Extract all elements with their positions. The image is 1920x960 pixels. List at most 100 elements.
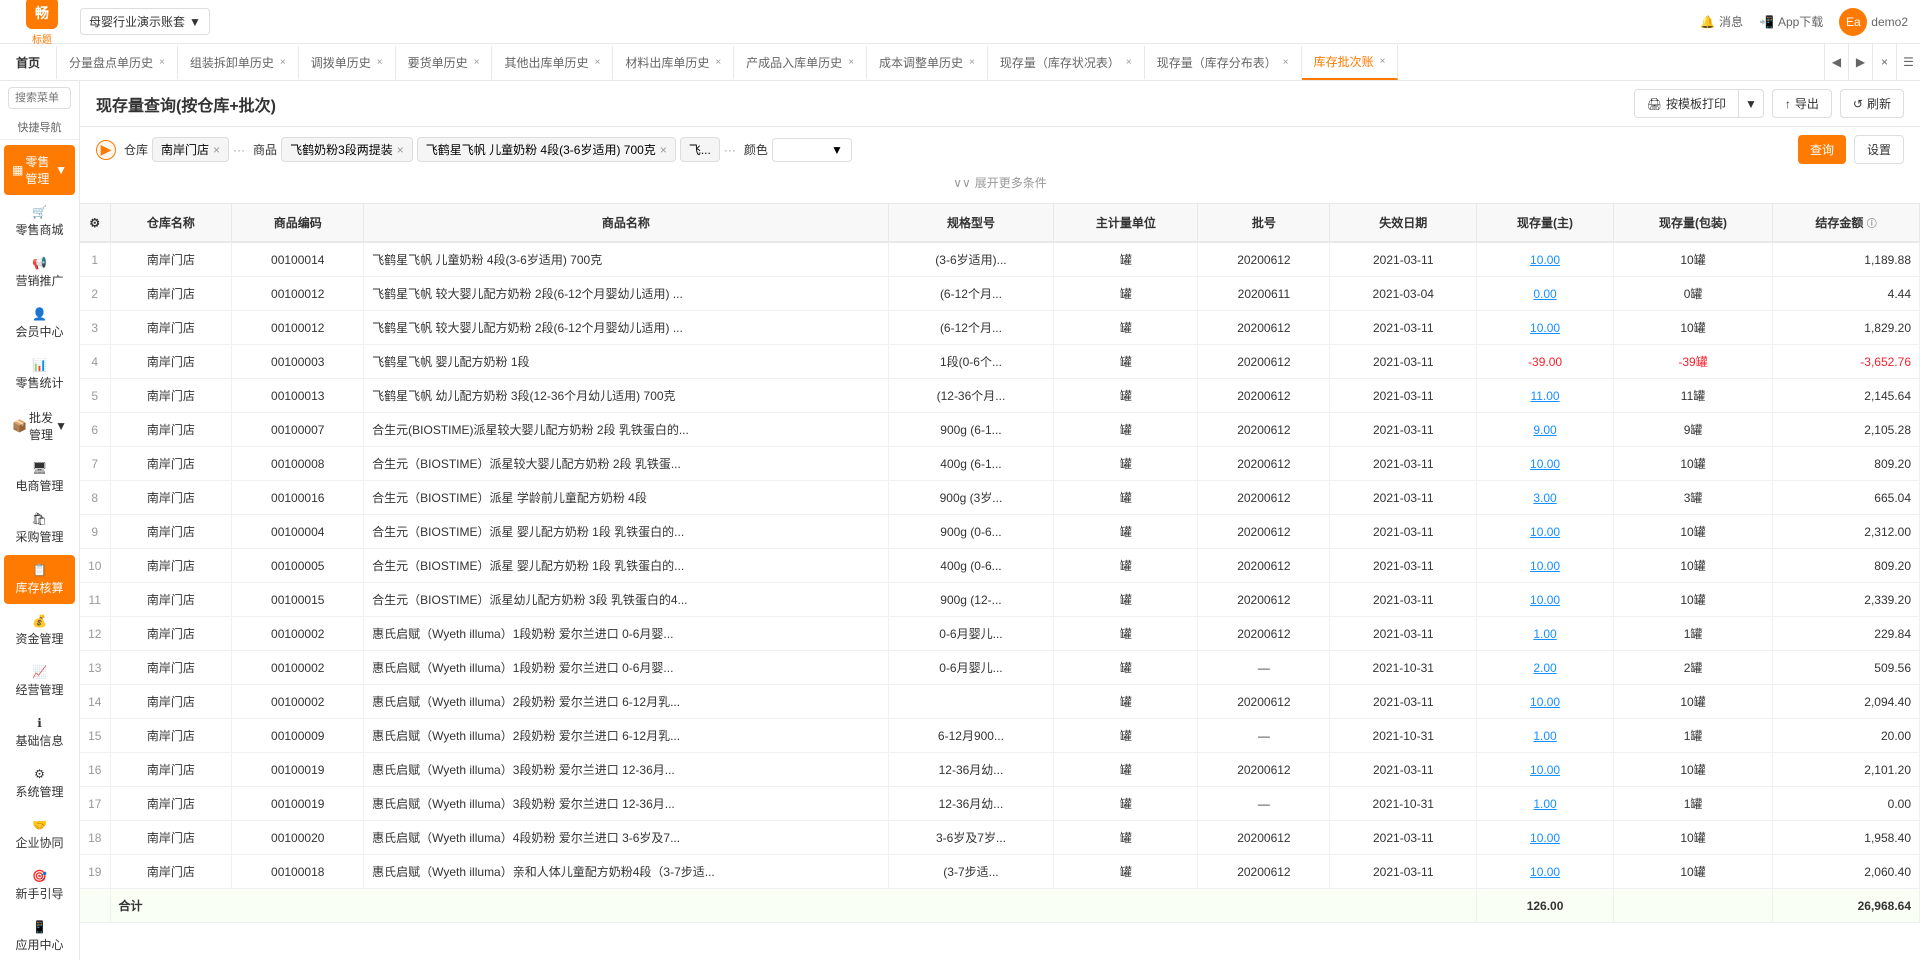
cell-unit: 罐 xyxy=(1054,379,1198,413)
remove-warehouse-icon[interactable]: × xyxy=(213,143,220,157)
tab-close-icon[interactable]: × xyxy=(280,57,286,68)
sidebar-item-jichu[interactable]: ℹ 基础信息 xyxy=(4,708,75,757)
warehouse-label: 仓库 xyxy=(124,141,148,158)
expand-more-btn[interactable]: ∨∨ 展开更多条件 xyxy=(945,170,1055,195)
cell-warehouse: 南岸门店 xyxy=(110,787,232,821)
warehouse-tag[interactable]: 南岸门店 × xyxy=(152,137,229,162)
cell-stock-main[interactable]: 10.00 xyxy=(1477,821,1614,855)
cell-stock-main[interactable]: 1.00 xyxy=(1477,719,1614,753)
company-selector[interactable]: 母婴行业演示账套 ▼ xyxy=(80,8,210,35)
sidebar-item-lingshoucheng[interactable]: 🛒 零售商城 xyxy=(4,197,75,246)
product-tag-1[interactable]: 飞鹤星飞帆 儿童奶粉 4段(3-6岁适用) 700克 × xyxy=(417,137,676,162)
tab-qitachuku[interactable]: 其他出库单历史 × xyxy=(492,46,613,79)
tab-close-icon[interactable]: × xyxy=(1380,56,1386,67)
tab-close-icon[interactable]: × xyxy=(969,57,975,68)
sidebar-item-lingshouguan[interactable]: ▦ 零售管理 ▼ xyxy=(4,145,75,195)
info-icon[interactable]: ⓘ xyxy=(1867,219,1877,230)
sidebar-item-zijin[interactable]: 💰 资金管理 xyxy=(4,606,75,655)
product-ellipsis[interactable]: ··· xyxy=(724,143,736,157)
settings-btn[interactable]: 设置 xyxy=(1854,135,1904,164)
export-btn[interactable]: ↑ 导出 xyxy=(1772,89,1832,118)
app-download-btn[interactable]: 📲 App下载 xyxy=(1759,13,1823,30)
cell-stock-main[interactable]: 10.00 xyxy=(1477,583,1614,617)
cell-product-name: 惠氏启赋（Wyeth illuma）2段奶粉 爱尔兰进口 6-12月乳... xyxy=(364,685,889,719)
tab-cailiao[interactable]: 材料出库单历史 × xyxy=(613,46,734,79)
expand-filter-btn[interactable]: ▶ xyxy=(96,140,116,160)
cell-stock-main[interactable]: 2.00 xyxy=(1477,651,1614,685)
user-area[interactable]: Ea demo2 xyxy=(1839,8,1908,36)
tab-xiancunzhuangtai[interactable]: 现存量（库存状况表） × xyxy=(988,46,1145,79)
sidebar-item-huiyuan[interactable]: 👤 会员中心 xyxy=(4,299,75,348)
cell-stock-main[interactable]: 3.00 xyxy=(1477,481,1614,515)
sidebar-item-yingxiao[interactable]: 📢 营销推广 xyxy=(4,248,75,297)
cell-stock-main[interactable]: 10.00 xyxy=(1477,549,1614,583)
tab-close-icon[interactable]: × xyxy=(159,57,165,68)
sidebar-item-caigou[interactable]: 🛍 采购管理 xyxy=(4,504,75,553)
print-dropdown-btn[interactable]: ▼ xyxy=(1739,92,1763,116)
cell-stock-main[interactable]: 10.00 xyxy=(1477,753,1614,787)
cell-stock-main[interactable]: 10.00 xyxy=(1477,311,1614,345)
cell-stock-main[interactable]: 11.00 xyxy=(1477,379,1614,413)
cell-unit: 罐 xyxy=(1054,753,1198,787)
query-btn[interactable]: 查询 xyxy=(1798,135,1846,164)
product-tag-0[interactable]: 飞鹤奶粉3段两提装 × xyxy=(281,137,413,162)
tab-yaohuo[interactable]: 要货单历史 × xyxy=(396,46,493,79)
cell-warehouse: 南岸门店 xyxy=(110,583,232,617)
tab-close-all-btn[interactable]: × xyxy=(1872,44,1896,80)
product-tag-2[interactable]: 飞... xyxy=(680,137,720,162)
cell-stock-main[interactable]: 10.00 xyxy=(1477,242,1614,277)
tab-zuzhangchaijian[interactable]: 组装拆卸单历史 × xyxy=(178,46,299,79)
tab-xiancunfenbu[interactable]: 现存量（库存分布表） × xyxy=(1145,46,1302,79)
sidebar-item-yingyong[interactable]: 📱 应用中心 xyxy=(4,912,75,960)
sidebar-item-jingying[interactable]: 📈 经营管理 xyxy=(4,657,75,706)
sidebar-item-dianshang[interactable]: 🖥 电商管理 xyxy=(4,453,75,502)
cell-stock-main[interactable]: 10.00 xyxy=(1477,685,1614,719)
cell-balance-amount: 229.84 xyxy=(1773,617,1920,651)
remove-product-icon[interactable]: × xyxy=(660,143,667,157)
tab-close-icon[interactable]: × xyxy=(377,57,383,68)
tab-close-icon[interactable]: × xyxy=(848,57,854,68)
tab-prev-btn[interactable]: ◀ xyxy=(1824,44,1848,80)
tab-home[interactable]: 首页 xyxy=(0,46,57,79)
sidebar-item-kucunhesuan[interactable]: 📋 库存核算 xyxy=(4,555,75,604)
cell-product-name: 合生元（BIOSTIME）派星 学龄前儿童配方奶粉 4段 xyxy=(364,481,889,515)
color-dropdown[interactable]: ▼ xyxy=(772,138,852,162)
tab-close-icon[interactable]: × xyxy=(474,57,480,68)
warehouse-ellipsis[interactable]: ··· xyxy=(233,143,245,157)
tab-close-icon[interactable]: × xyxy=(715,57,721,68)
tab-fenliangpandian[interactable]: 分量盘点单历史 × xyxy=(57,46,178,79)
print-btn[interactable]: 🖨 按模板打印 xyxy=(1635,90,1739,117)
cell-stock-main[interactable]: 9.00 xyxy=(1477,413,1614,447)
sidebar-item-xitong[interactable]: ⚙ 系统管理 xyxy=(4,759,75,808)
tab-close-icon[interactable]: × xyxy=(594,57,600,68)
cell-stock-main[interactable]: 0.00 xyxy=(1477,277,1614,311)
tab-close-icon[interactable]: × xyxy=(1283,57,1289,68)
tab-chenben[interactable]: 成本调整单历史 × xyxy=(867,46,988,79)
sidebar-item-pifaguan[interactable]: 📦 批发管理 ▼ xyxy=(4,401,75,451)
cell-stock-main[interactable]: 10.00 xyxy=(1477,515,1614,549)
sidebar-item-lingshoutongji[interactable]: 📊 零售统计 xyxy=(4,350,75,399)
remove-product-icon[interactable]: × xyxy=(397,143,404,157)
cell-stock-main[interactable]: 1.00 xyxy=(1477,787,1614,821)
sidebar-item-qiyexietong[interactable]: 🤝 企业协同 xyxy=(4,810,75,859)
product-tag-text: 飞鹤星飞帆 儿童奶粉 4段(3-6岁适用) 700克 xyxy=(426,141,656,158)
cell-product-name: 惠氏启赋（Wyeth illuma）2段奶粉 爱尔兰进口 6-12月乳... xyxy=(364,719,889,753)
cell-stock-main[interactable]: 10.00 xyxy=(1477,447,1614,481)
cell-product-code: 00100005 xyxy=(232,549,364,583)
search-input[interactable] xyxy=(8,87,71,109)
tab-close-icon[interactable]: × xyxy=(1126,57,1132,68)
tab-next-btn[interactable]: ▶ xyxy=(1848,44,1872,80)
sidebar-item-xinshou[interactable]: 🎯 新手引导 xyxy=(4,861,75,910)
cell-stock-main[interactable]: -39.00 xyxy=(1477,345,1614,379)
cell-stock-main[interactable]: 10.00 xyxy=(1477,855,1614,889)
th-settings[interactable]: ⚙ xyxy=(80,204,110,242)
messages-btn[interactable]: 🔔 消息 xyxy=(1700,13,1743,30)
tab-menu-btn[interactable]: ☰ xyxy=(1896,44,1920,80)
tab-diaobodanhis[interactable]: 调拨单历史 × xyxy=(299,46,396,79)
table-row: 11 南岸门店 00100015 合生元（BIOSTIME）派星幼儿配方奶粉 3… xyxy=(80,583,1920,617)
refresh-btn[interactable]: ↺ 刷新 xyxy=(1840,89,1904,118)
cell-balance-amount: 2,312.00 xyxy=(1773,515,1920,549)
tab-chanchengpin[interactable]: 产成品入库单历史 × xyxy=(734,46,867,79)
tab-kucunpici[interactable]: 库存批次账 × xyxy=(1302,45,1399,80)
cell-stock-main[interactable]: 1.00 xyxy=(1477,617,1614,651)
